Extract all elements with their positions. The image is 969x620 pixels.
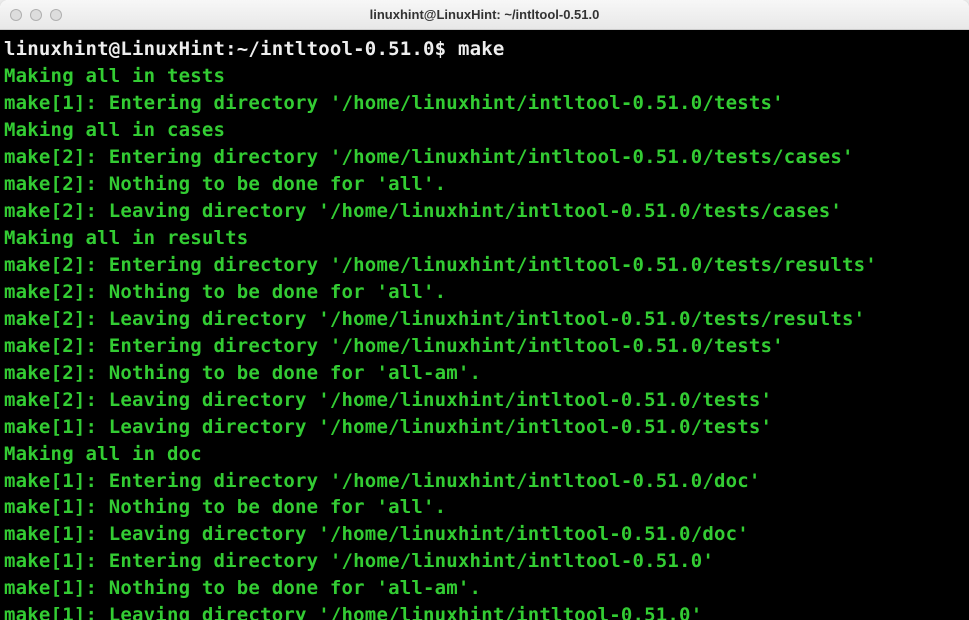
output-line: Making all in cases (4, 117, 965, 144)
command-value: make (458, 38, 505, 60)
output-line: Making all in results (4, 225, 965, 252)
output-line: make[2]: Nothing to be done for 'all'. (4, 171, 965, 198)
output-line: make[1]: Nothing to be done for 'all'. (4, 494, 965, 521)
output-line: make[1]: Nothing to be done for 'all-am'… (4, 575, 965, 602)
minimize-icon[interactable] (30, 9, 42, 21)
output-line: make[1]: Leaving directory '/home/linuxh… (4, 414, 965, 441)
output-line: make[2]: Nothing to be done for 'all-am'… (4, 360, 965, 387)
output-line: make[1]: Entering directory '/home/linux… (4, 468, 965, 495)
output-line: make[2]: Entering directory '/home/linux… (4, 252, 965, 279)
output-line: make[2]: Leaving directory '/home/linuxh… (4, 387, 965, 414)
output-line: Making all in doc (4, 441, 965, 468)
output-container: Making all in testsmake[1]: Entering dir… (4, 63, 965, 620)
output-line: make[2]: Entering directory '/home/linux… (4, 144, 965, 171)
titlebar: linuxhint@LinuxHint: ~/intltool-0.51.0 (0, 0, 969, 30)
output-line: Making all in tests (4, 63, 965, 90)
prompt-symbol: $ (435, 38, 447, 60)
terminal-body[interactable]: linuxhint@LinuxHint:~/intltool-0.51.0$ m… (0, 30, 969, 620)
window-title: linuxhint@LinuxHint: ~/intltool-0.51.0 (0, 7, 969, 22)
prompt-path: ~/intltool-0.51.0 (237, 38, 435, 60)
output-line: make[2]: Leaving directory '/home/linuxh… (4, 198, 965, 225)
window-controls (10, 9, 62, 21)
output-line: make[1]: Leaving directory '/home/linuxh… (4, 602, 965, 620)
output-line: make[2]: Leaving directory '/home/linuxh… (4, 306, 965, 333)
terminal-window: linuxhint@LinuxHint: ~/intltool-0.51.0 l… (0, 0, 969, 620)
prompt-user-host: linuxhint@LinuxHint (4, 38, 225, 60)
prompt-line: linuxhint@LinuxHint:~/intltool-0.51.0$ m… (4, 36, 965, 63)
output-line: make[2]: Nothing to be done for 'all'. (4, 279, 965, 306)
output-line: make[1]: Entering directory '/home/linux… (4, 548, 965, 575)
output-line: make[1]: Entering directory '/home/linux… (4, 90, 965, 117)
close-icon[interactable] (10, 9, 22, 21)
output-line: make[1]: Leaving directory '/home/linuxh… (4, 521, 965, 548)
maximize-icon[interactable] (50, 9, 62, 21)
output-line: make[2]: Entering directory '/home/linux… (4, 333, 965, 360)
prompt-separator: : (225, 38, 237, 60)
command-text: make (446, 38, 504, 60)
